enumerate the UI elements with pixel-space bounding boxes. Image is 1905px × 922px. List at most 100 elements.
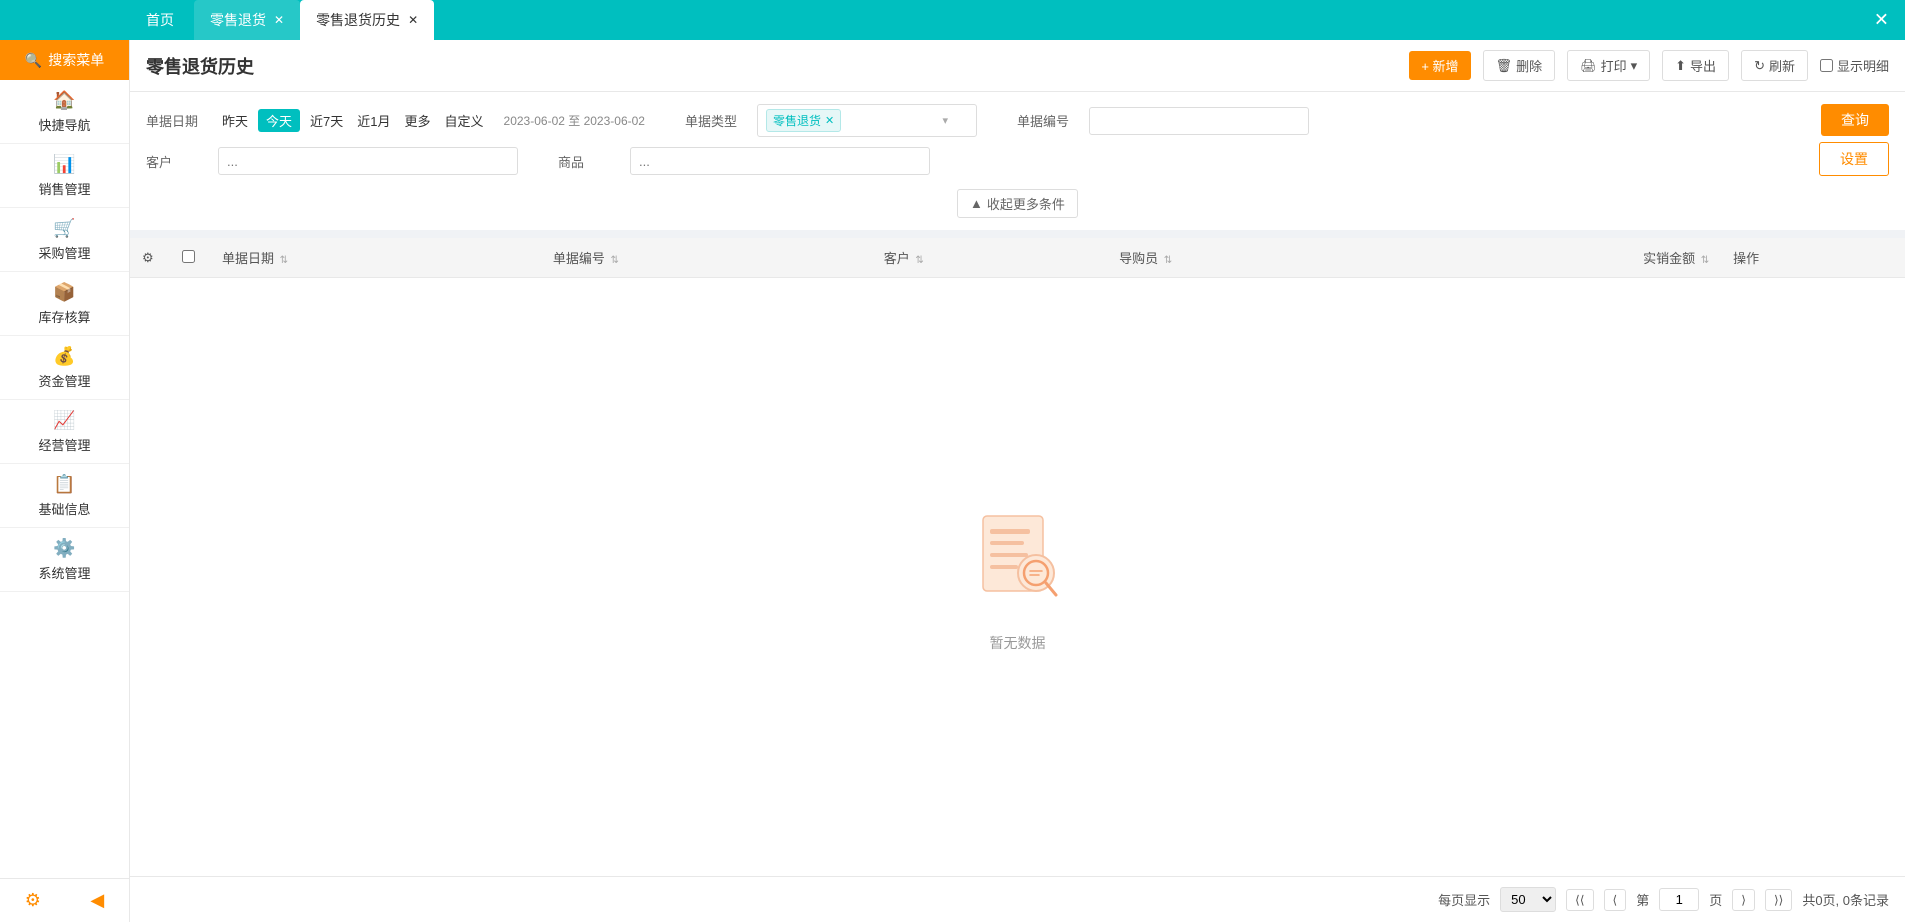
window-close-button[interactable]: ✕ — [1874, 10, 1889, 31]
type-select[interactable]: 零售退货 ✕ ▾ — [757, 104, 977, 137]
th-amount-label: 实销金额 — [1643, 251, 1695, 266]
th-settings[interactable]: ⚙ — [130, 238, 170, 278]
filter-settings-button[interactable]: 设置 — [1819, 142, 1889, 176]
page-header: 零售退货历史 + 新增 🗑 删除 🖨 打印 ▾ ⬆ 导出 ↻ — [130, 40, 1905, 92]
print-label: 打印 — [1601, 56, 1627, 75]
query-button[interactable]: 查询 — [1821, 104, 1889, 136]
next-page-button[interactable]: ⟩ — [1732, 889, 1755, 911]
tab-home[interactable]: 首页 — [130, 0, 190, 40]
select-all-checkbox[interactable] — [182, 250, 195, 263]
table-header: ⚙ 单据日期 ⇅ 单据编号 ⇅ — [130, 238, 1905, 278]
collapse-label: 收起更多条件 — [987, 194, 1065, 213]
th-guide-sort[interactable]: ⇅ — [1164, 255, 1172, 266]
sidebar-item-operations-label: 经营管理 — [38, 435, 90, 454]
collapse-sidebar-icon[interactable]: ◀ — [90, 890, 104, 911]
th-doc-num-label: 单据编号 — [553, 251, 605, 266]
settings-col-icon[interactable]: ⚙ — [142, 250, 154, 265]
tab-retail-return-label: 零售退货 — [210, 10, 266, 30]
export-button[interactable]: ⬆ 导出 — [1662, 50, 1729, 81]
type-dropdown-arrow: ▾ — [942, 114, 948, 127]
th-date-sort[interactable]: ⇅ — [280, 255, 288, 266]
sidebar-item-finance[interactable]: 💰 资金管理 — [0, 336, 129, 400]
show-detail-text: 显示明细 — [1837, 56, 1889, 75]
sidebar-item-quick-nav[interactable]: 🏠 快捷导航 — [0, 80, 129, 144]
type-label: 单据类型 — [685, 111, 741, 130]
type-tag-close[interactable]: ✕ — [825, 114, 834, 127]
refresh-label: 刷新 — [1769, 56, 1795, 75]
show-detail-checkbox[interactable] — [1820, 59, 1833, 72]
th-doc-num-sort[interactable]: ⇅ — [611, 255, 619, 266]
date-opt-custom[interactable]: 自定义 — [441, 109, 488, 132]
th-checkbox[interactable] — [170, 238, 210, 278]
date-opt-more[interactable]: 更多 — [401, 109, 435, 132]
operations-icon: 📈 — [53, 410, 75, 431]
tab-retail-return-history-label: 零售退货历史 — [316, 10, 400, 30]
collapse-button[interactable]: ▲ 收起更多条件 — [957, 189, 1078, 218]
th-action: 操作 — [1721, 238, 1905, 278]
new-button[interactable]: + 新增 — [1409, 51, 1470, 80]
delete-label: 删除 — [1516, 56, 1542, 75]
th-customer-sort[interactable]: ⇅ — [915, 255, 923, 266]
page-size-select[interactable]: 20 50 100 — [1500, 887, 1556, 912]
filter-actions-col: 查询 设置 — [1819, 104, 1889, 176]
page-number-input[interactable] — [1659, 888, 1699, 911]
doc-num-input[interactable] — [1089, 107, 1309, 135]
purchase-icon: 🛒 — [53, 218, 75, 239]
date-opt-yesterday[interactable]: 昨天 — [218, 109, 252, 132]
basic-info-icon: 📋 — [53, 474, 75, 495]
sidebar-search-label: 搜索菜单 — [48, 50, 104, 70]
th-amount-sort[interactable]: ⇅ — [1701, 255, 1709, 266]
refresh-button[interactable]: ↻ 刷新 — [1741, 50, 1808, 81]
th-date: 单据日期 ⇅ — [210, 238, 541, 278]
sidebar-item-operations[interactable]: 📈 经营管理 — [0, 400, 129, 464]
sidebar-bottom: ⚙ ◀ — [0, 878, 129, 922]
page-unit: 页 — [1709, 890, 1722, 909]
settings-bottom-icon[interactable]: ⚙ — [25, 890, 41, 911]
sidebar-item-basic-info[interactable]: 📋 基础信息 — [0, 464, 129, 528]
sidebar-item-system-mgmt[interactable]: ⚙️ 系统管理 — [0, 528, 129, 592]
date-label: 单据日期 — [146, 111, 202, 130]
type-tag-value: 零售退货 — [773, 112, 821, 129]
main-layout: 🔍 搜索菜单 🏠 快捷导航 📊 销售管理 🛒 采购管理 📦 库存核算 💰 — [0, 40, 1905, 922]
sales-icon: 📊 — [53, 154, 75, 175]
search-icon: 🔍 — [25, 52, 42, 69]
page-word: 第 — [1636, 890, 1649, 909]
sidebar-item-basic-info-label: 基础信息 — [38, 499, 90, 518]
delete-icon: 🗑 — [1496, 58, 1513, 74]
date-opt-7days[interactable]: 近7天 — [306, 109, 347, 132]
th-customer: 客户 ⇅ — [872, 238, 1107, 278]
tab-retail-return[interactable]: 零售退货 ✕ — [194, 0, 300, 40]
home-icon: 🏠 — [53, 90, 75, 111]
show-detail-label[interactable]: 显示明细 — [1820, 56, 1889, 75]
customer-input[interactable] — [218, 147, 518, 175]
collapse-arrow-icon: ▲ — [970, 196, 983, 211]
empty-state: 暂无数据 — [130, 278, 1905, 876]
sidebar-search[interactable]: 🔍 搜索菜单 — [0, 40, 129, 80]
print-dropdown-icon: ▾ — [1631, 58, 1638, 74]
empty-text: 暂无数据 — [990, 633, 1046, 653]
prev-page-button[interactable]: ⟨ — [1604, 889, 1627, 911]
sidebar-nav: 🏠 快捷导航 📊 销售管理 🛒 采购管理 📦 库存核算 💰 资金管理 📈 — [0, 80, 129, 878]
sidebar: 🔍 搜索菜单 🏠 快捷导航 📊 销售管理 🛒 采购管理 📦 库存核算 💰 — [0, 40, 130, 922]
date-opt-today[interactable]: 今天 — [258, 109, 300, 132]
delete-button[interactable]: 🗑 删除 — [1483, 50, 1556, 81]
print-icon: 🖨 — [1580, 58, 1597, 74]
system-icon: ⚙️ — [53, 538, 75, 559]
date-opt-1month[interactable]: 近1月 — [353, 109, 394, 132]
goods-input[interactable] — [630, 147, 930, 175]
sidebar-item-purchase-mgmt[interactable]: 🛒 采购管理 — [0, 208, 129, 272]
type-tag: 零售退货 ✕ — [766, 109, 841, 132]
pagination-bar: 每页显示 20 50 100 ⟨⟨ ⟨ 第 页 ⟩ ⟩⟩ 共0页, 0条记录 — [130, 876, 1905, 922]
first-page-button[interactable]: ⟨⟨ — [1566, 889, 1593, 911]
sidebar-item-sales-mgmt[interactable]: 📊 销售管理 — [0, 144, 129, 208]
filter-row-2: 客户 商品 — [146, 147, 1819, 175]
print-button[interactable]: 🖨 打印 ▾ — [1567, 50, 1650, 81]
tab-retail-return-history[interactable]: 零售退货历史 ✕ — [300, 0, 434, 40]
th-date-label: 单据日期 — [222, 251, 274, 266]
filter-row-1: 单据日期 昨天 今天 近7天 近1月 更多 自定义 2023-06-02 至 2… — [146, 104, 1819, 137]
sidebar-item-inventory[interactable]: 📦 库存核算 — [0, 272, 129, 336]
th-action-label: 操作 — [1733, 251, 1759, 266]
last-page-button[interactable]: ⟩⟩ — [1765, 889, 1792, 911]
tab-retail-return-close[interactable]: ✕ — [274, 13, 284, 27]
tab-retail-return-history-close[interactable]: ✕ — [408, 13, 418, 27]
